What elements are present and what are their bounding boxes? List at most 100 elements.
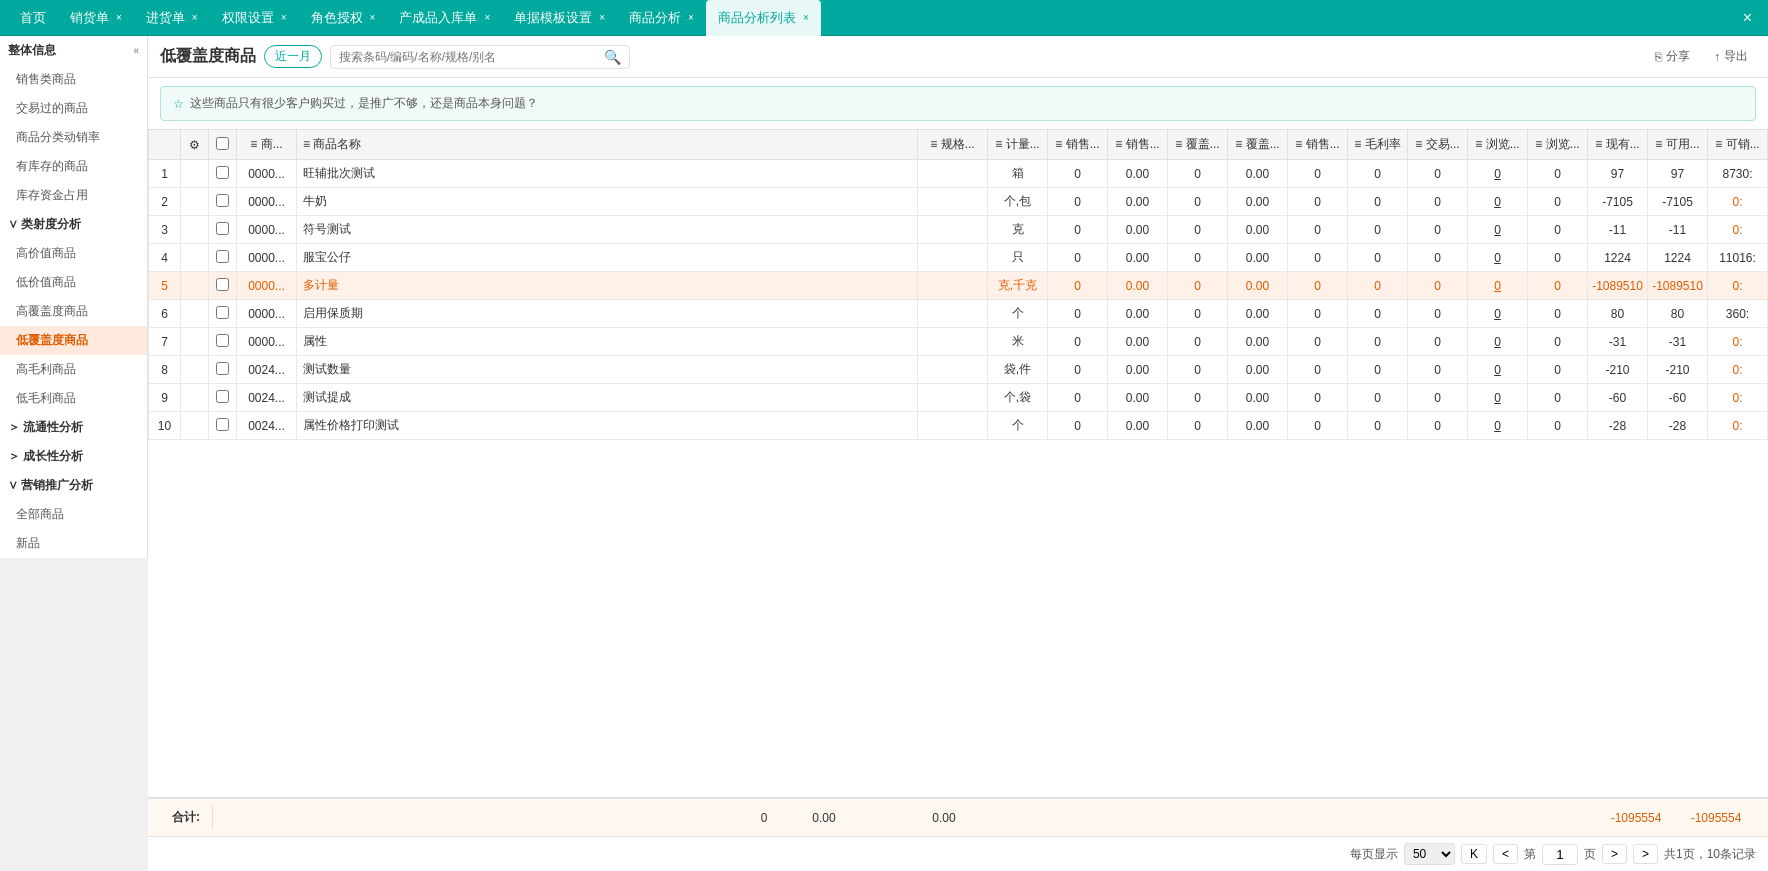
th-browse2[interactable]: ≡ 浏览... [1528, 130, 1588, 160]
sidebar-item-category-rate[interactable]: 商品分类动销率 [0, 123, 147, 152]
sidebar-section-coverage[interactable]: ∨ 类射度分析 [0, 210, 147, 239]
cell-browse1[interactable]: 0 [1468, 160, 1528, 188]
th-cover1[interactable]: ≡ 覆盖... [1168, 130, 1228, 160]
sidebar-item-stock-goods[interactable]: 有库存的商品 [0, 152, 147, 181]
row-checkbox[interactable] [216, 334, 229, 347]
nav-role[interactable]: 角色授权 × [299, 0, 388, 36]
row-checkbox[interactable] [216, 222, 229, 235]
th-trade[interactable]: ≡ 交易... [1408, 130, 1468, 160]
sidebar-section-overview[interactable]: 整体信息 « [0, 36, 147, 65]
nav-role-close[interactable]: × [370, 0, 376, 36]
sidebar-section-marketing[interactable]: ∨ 营销推广分析 [0, 471, 147, 500]
row-checkbox[interactable] [216, 166, 229, 179]
cell-settings[interactable] [181, 384, 209, 412]
nav-home[interactable]: 首页 [8, 0, 58, 36]
sidebar-item-high-value[interactable]: 高价值商品 [0, 239, 147, 268]
th-code[interactable]: ≡ 商... [237, 130, 297, 160]
cell-check[interactable] [209, 188, 237, 216]
table-wrapper[interactable]: ⚙ ≡ 商... ≡ 商品名称 ≡ 规格... ≡ 计量... ≡ 销售... … [148, 129, 1768, 797]
cell-check[interactable] [209, 412, 237, 440]
nav-sales[interactable]: 销货单 × [58, 0, 134, 36]
nav-product-in[interactable]: 产成品入库单 × [387, 0, 502, 36]
cell-settings[interactable] [181, 216, 209, 244]
row-checkbox[interactable] [216, 418, 229, 431]
nav-goods-analysis-close[interactable]: × [688, 0, 694, 36]
cell-settings[interactable] [181, 356, 209, 384]
cell-check[interactable] [209, 160, 237, 188]
th-sales3[interactable]: ≡ 销售... [1288, 130, 1348, 160]
nav-permission-close[interactable]: × [281, 0, 287, 36]
page-last-btn[interactable]: > [1633, 844, 1658, 864]
cell-settings[interactable] [181, 300, 209, 328]
cell-browse1[interactable]: 0 [1468, 188, 1528, 216]
th-gross[interactable]: ≡ 毛利率 [1348, 130, 1408, 160]
cell-browse1[interactable]: 0 [1468, 384, 1528, 412]
sidebar-item-low-value[interactable]: 低价值商品 [0, 268, 147, 297]
page-next-btn[interactable]: > [1602, 844, 1627, 864]
th-spec[interactable]: ≡ 规格... [918, 130, 988, 160]
cell-browse1[interactable]: 0 [1468, 272, 1528, 300]
row-checkbox[interactable] [216, 194, 229, 207]
cell-browse1[interactable]: 0 [1468, 356, 1528, 384]
sidebar-item-low-margin[interactable]: 低毛利商品 [0, 384, 147, 413]
cell-check[interactable] [209, 328, 237, 356]
cell-check[interactable] [209, 356, 237, 384]
cell-settings[interactable] [181, 244, 209, 272]
nav-product-in-close[interactable]: × [484, 0, 490, 36]
sidebar-section-liquidity[interactable]: ＞ 流通性分析 [0, 413, 147, 442]
date-badge[interactable]: 近一月 [264, 45, 322, 68]
nav-permission[interactable]: 权限设置 × [210, 0, 299, 36]
sidebar-item-sales-goods[interactable]: 销售类商品 [0, 65, 147, 94]
th-name[interactable]: ≡ 商品名称 [297, 130, 918, 160]
cell-browse1[interactable]: 0 [1468, 300, 1528, 328]
th-current[interactable]: ≡ 现有... [1588, 130, 1648, 160]
cell-settings[interactable] [181, 188, 209, 216]
cell-settings[interactable] [181, 412, 209, 440]
nav-goods-analysis[interactable]: 商品分析 × [617, 0, 706, 36]
nav-purchase-close[interactable]: × [192, 0, 198, 36]
page-first-btn[interactable]: K [1461, 844, 1487, 864]
nav-template[interactable]: 单据模板设置 × [502, 0, 617, 36]
sidebar-item-inventory-capital[interactable]: 库存资金占用 [0, 181, 147, 210]
sidebar-item-high-margin[interactable]: 高毛利商品 [0, 355, 147, 384]
th-cover2[interactable]: ≡ 覆盖... [1228, 130, 1288, 160]
share-button[interactable]: ⎘ 分享 [1647, 44, 1698, 69]
page-number-input[interactable] [1542, 844, 1578, 865]
th-sales1[interactable]: ≡ 销售... [1048, 130, 1108, 160]
cell-check[interactable] [209, 300, 237, 328]
th-sales2[interactable]: ≡ 销售... [1108, 130, 1168, 160]
search-input[interactable] [339, 50, 604, 64]
nav-goods-analysis-list[interactable]: 商品分析列表 × [706, 0, 821, 36]
nav-goods-analysis-list-close[interactable]: × [803, 0, 809, 36]
sidebar-item-low-coverage[interactable]: 低覆盖度商品 [0, 326, 147, 355]
row-checkbox[interactable] [216, 362, 229, 375]
cell-browse1[interactable]: 0 [1468, 328, 1528, 356]
cell-settings[interactable] [181, 272, 209, 300]
nav-purchase[interactable]: 进货单 × [134, 0, 210, 36]
cell-check[interactable] [209, 244, 237, 272]
cell-check[interactable] [209, 216, 237, 244]
th-browse1[interactable]: ≡ 浏览... [1468, 130, 1528, 160]
th-checkbox[interactable] [209, 130, 237, 160]
cell-browse1[interactable]: 0 [1468, 244, 1528, 272]
sidebar-item-high-coverage[interactable]: 高覆盖度商品 [0, 297, 147, 326]
nav-close-all-btn[interactable]: × [1735, 9, 1760, 27]
select-all-checkbox[interactable] [216, 137, 229, 150]
sidebar-item-all-goods[interactable]: 全部商品 [0, 500, 147, 529]
row-checkbox[interactable] [216, 278, 229, 291]
cell-check[interactable] [209, 384, 237, 412]
cell-settings[interactable] [181, 328, 209, 356]
cell-check[interactable] [209, 272, 237, 300]
nav-template-close[interactable]: × [599, 0, 605, 36]
row-checkbox[interactable] [216, 306, 229, 319]
th-available[interactable]: ≡ 可用... [1648, 130, 1708, 160]
cell-browse1[interactable]: 0 [1468, 216, 1528, 244]
search-icon[interactable]: 🔍 [604, 49, 621, 65]
row-checkbox[interactable] [216, 390, 229, 403]
export-button[interactable]: ↑ 导出 [1706, 44, 1756, 69]
row-checkbox[interactable] [216, 250, 229, 263]
cell-settings[interactable] [181, 160, 209, 188]
page-prev-btn[interactable]: < [1493, 844, 1518, 864]
nav-sales-close[interactable]: × [116, 0, 122, 36]
sidebar-item-new-goods[interactable]: 新品 [0, 529, 147, 558]
